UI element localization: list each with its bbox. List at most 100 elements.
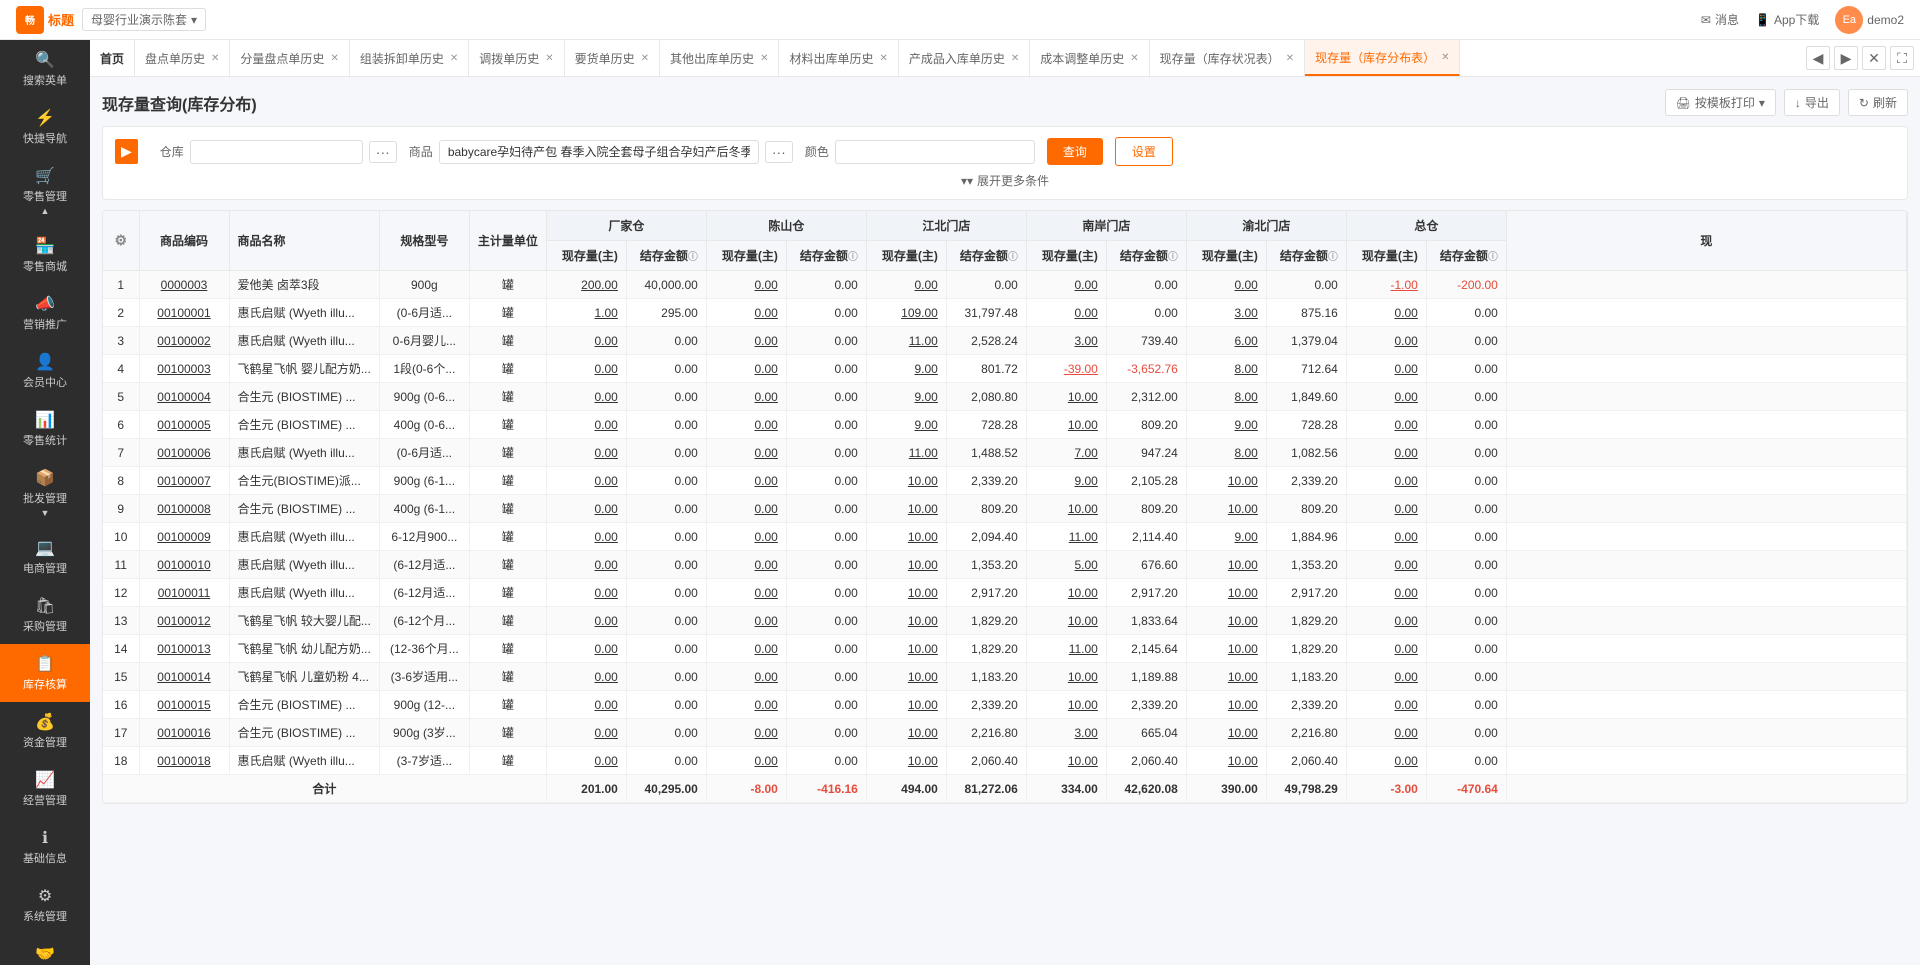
cell-total-stock[interactable]: 0.00	[1346, 523, 1426, 551]
cell-na-stock[interactable]: 3.00	[1026, 327, 1106, 355]
cell-yb-stock[interactable]: 8.00	[1186, 439, 1266, 467]
cell-na-stock[interactable]: 10.00	[1026, 663, 1106, 691]
cell-na-stock[interactable]: 10.00	[1026, 747, 1106, 775]
cell-na-stock[interactable]: 10.00	[1026, 607, 1106, 635]
expand-more-btn[interactable]: ▾▾ 展开更多条件	[961, 172, 1049, 189]
cell-na-stock[interactable]: 11.00	[1026, 635, 1106, 663]
info-icon-1[interactable]: ⓘ	[688, 252, 698, 263]
tab-stock-dist[interactable]: 现存量（库存分布表）✕	[1305, 40, 1460, 76]
cell-jb-stock[interactable]: 10.00	[866, 495, 946, 523]
cell-jb-stock[interactable]: 11.00	[866, 327, 946, 355]
cell-yb-stock[interactable]: 8.00	[1186, 355, 1266, 383]
close-icon[interactable]: ✕	[211, 53, 219, 64]
tab-cost[interactable]: 成本调整单历史 ✕	[1030, 40, 1149, 76]
cell-cs-stock[interactable]: 0.00	[706, 691, 786, 719]
print-btn[interactable]: 🖨 按模板打印 ▾	[1665, 89, 1776, 116]
cell-jb-stock[interactable]: 10.00	[866, 635, 946, 663]
cell-total-stock[interactable]: 0.00	[1346, 355, 1426, 383]
sidebar-item-shop[interactable]: 🏪 零售商城	[0, 226, 90, 284]
cell-total-stock[interactable]: -1.00	[1346, 271, 1426, 299]
cell-code[interactable]: 00100014	[139, 663, 229, 691]
cell-yb-stock[interactable]: 10.00	[1186, 635, 1266, 663]
cell-na-stock[interactable]: 0.00	[1026, 271, 1106, 299]
sidebar-item-system[interactable]: ⚙ 系统管理	[0, 876, 90, 934]
cell-yb-stock[interactable]: 10.00	[1186, 579, 1266, 607]
cell-yb-stock[interactable]: 9.00	[1186, 411, 1266, 439]
info-icon-3[interactable]: ⓘ	[1008, 252, 1018, 263]
cell-factory-stock[interactable]: 0.00	[546, 635, 626, 663]
cell-cs-stock[interactable]: 0.00	[706, 747, 786, 775]
tab-transfer[interactable]: 调拨单历史 ✕	[469, 40, 564, 76]
warehouse-ellipsis-btn[interactable]: ···	[369, 141, 397, 163]
cell-jb-stock[interactable]: 9.00	[866, 383, 946, 411]
cell-na-stock[interactable]: 5.00	[1026, 551, 1106, 579]
cell-factory-stock[interactable]: 0.00	[546, 719, 626, 747]
cell-yb-stock[interactable]: 3.00	[1186, 299, 1266, 327]
cell-factory-stock[interactable]: 0.00	[546, 747, 626, 775]
close-icon[interactable]: ✕	[1286, 53, 1294, 64]
cell-factory-stock[interactable]: 0.00	[546, 383, 626, 411]
cell-factory-stock[interactable]: 0.00	[546, 411, 626, 439]
info-icon-2[interactable]: ⓘ	[848, 252, 858, 263]
info-icon-4[interactable]: ⓘ	[1168, 252, 1178, 263]
cell-factory-stock[interactable]: 200.00	[546, 271, 626, 299]
color-input[interactable]	[835, 140, 1035, 164]
tab-home[interactable]: 首页	[90, 40, 135, 76]
cell-cs-stock[interactable]: 0.00	[706, 467, 786, 495]
tab-material[interactable]: 材料出库单历史 ✕	[779, 40, 898, 76]
close-icon[interactable]: ✕	[1011, 53, 1019, 64]
tab-order[interactable]: 要货单历史 ✕	[565, 40, 660, 76]
cell-na-stock[interactable]: 0.00	[1026, 299, 1106, 327]
cell-na-stock[interactable]: 7.00	[1026, 439, 1106, 467]
message-btn[interactable]: ✉ 消息	[1701, 11, 1739, 28]
tab-inventory2[interactable]: 分量盘点单历史 ✕	[230, 40, 349, 76]
cell-jb-stock[interactable]: 109.00	[866, 299, 946, 327]
user-area[interactable]: Ea demo2	[1835, 6, 1904, 34]
cell-factory-stock[interactable]: 0.00	[546, 495, 626, 523]
tab-inventory1[interactable]: 盘点单历史 ✕	[135, 40, 230, 76]
cell-cs-stock[interactable]: 0.00	[706, 439, 786, 467]
cell-total-stock[interactable]: 0.00	[1346, 299, 1426, 327]
tab-close-btn[interactable]: ✕	[1862, 46, 1886, 70]
sidebar-item-quick[interactable]: ⚡ 快捷导航	[0, 98, 90, 156]
cell-code[interactable]: 00100009	[139, 523, 229, 551]
info-icon-6[interactable]: ⓘ	[1488, 252, 1498, 263]
cell-code[interactable]: 00100007	[139, 467, 229, 495]
goods-ellipsis-btn[interactable]: ···	[765, 141, 793, 163]
cell-jb-stock[interactable]: 9.00	[866, 355, 946, 383]
cell-code[interactable]: 00100010	[139, 551, 229, 579]
tab-fullscreen-btn[interactable]: ⛶	[1890, 46, 1914, 70]
cell-cs-stock[interactable]: 0.00	[706, 411, 786, 439]
tab-stock-status[interactable]: 现存量（库存状况表）✕	[1150, 40, 1305, 76]
cell-yb-stock[interactable]: 10.00	[1186, 551, 1266, 579]
cell-total-stock[interactable]: 0.00	[1346, 467, 1426, 495]
cell-yb-stock[interactable]: 6.00	[1186, 327, 1266, 355]
cell-total-stock[interactable]: 0.00	[1346, 411, 1426, 439]
cell-jb-stock[interactable]: 0.00	[866, 271, 946, 299]
cell-yb-stock[interactable]: 10.00	[1186, 467, 1266, 495]
cell-yb-stock[interactable]: 10.00	[1186, 719, 1266, 747]
cell-yb-stock[interactable]: 10.00	[1186, 747, 1266, 775]
close-icon[interactable]: ✕	[450, 53, 458, 64]
cell-factory-stock[interactable]: 0.00	[546, 691, 626, 719]
cell-jb-stock[interactable]: 10.00	[866, 747, 946, 775]
cell-cs-stock[interactable]: 0.00	[706, 663, 786, 691]
cell-total-stock[interactable]: 0.00	[1346, 495, 1426, 523]
export-btn[interactable]: ↓ 导出	[1784, 89, 1840, 116]
goods-input[interactable]	[439, 140, 759, 164]
close-icon[interactable]: ✕	[641, 53, 649, 64]
close-icon[interactable]: ✕	[330, 53, 338, 64]
cell-factory-stock[interactable]: 0.00	[546, 355, 626, 383]
cell-factory-stock[interactable]: 0.00	[546, 607, 626, 635]
cell-code[interactable]: 00100005	[139, 411, 229, 439]
settings-btn[interactable]: 设置	[1115, 137, 1173, 166]
cell-yb-stock[interactable]: 10.00	[1186, 607, 1266, 635]
cell-na-stock[interactable]: 3.00	[1026, 719, 1106, 747]
cell-factory-stock[interactable]: 0.00	[546, 663, 626, 691]
cell-factory-stock[interactable]: 0.00	[546, 467, 626, 495]
cell-jb-stock[interactable]: 10.00	[866, 523, 946, 551]
th-settings[interactable]: ⚙	[103, 211, 139, 271]
cell-code[interactable]: 00100016	[139, 719, 229, 747]
cell-cs-stock[interactable]: 0.00	[706, 271, 786, 299]
industry-selector[interactable]: 母婴行业演示陈套 ▾	[82, 8, 206, 31]
